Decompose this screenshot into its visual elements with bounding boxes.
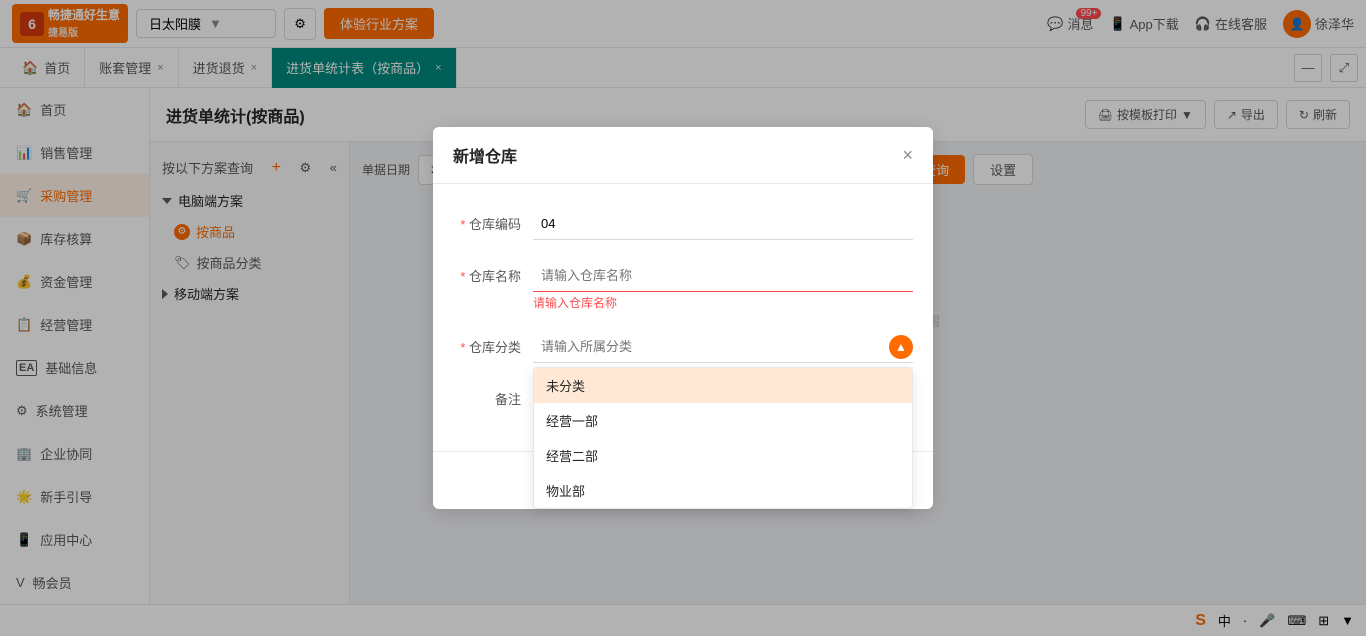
dialog-title: 新增仓库 (453, 143, 517, 167)
form-row-category: 仓库分类 ▲ 未分类 经营一部 经营二部 物业部 (453, 331, 913, 363)
dropdown-item-dept1[interactable]: 经营一部 (534, 403, 912, 438)
form-row-name: 仓库名称 请输入仓库名称 (453, 260, 913, 311)
name-label: 仓库名称 (453, 260, 533, 285)
name-field: 请输入仓库名称 (533, 260, 913, 311)
category-select-container: ▲ 未分类 经营一部 经营二部 物业部 (533, 331, 913, 363)
dropdown-item-unclassified[interactable]: 未分类 (534, 368, 912, 403)
name-input[interactable] (533, 260, 913, 292)
category-label: 仓库分类 (453, 331, 533, 356)
new-warehouse-dialog: 新增仓库 × 仓库编码 仓库名称 请输入仓库名称 仓库分类 (433, 127, 933, 509)
code-input[interactable] (533, 208, 913, 240)
notes-label: 备注 (453, 383, 533, 408)
dialog-header: 新增仓库 × (433, 127, 933, 184)
form-row-code: 仓库编码 (453, 208, 913, 240)
name-error-text: 请输入仓库名称 (533, 294, 913, 311)
dialog-overlay: 新增仓库 × 仓库编码 仓库名称 请输入仓库名称 仓库分类 (0, 0, 1366, 636)
category-field: ▲ 未分类 经营一部 经营二部 物业部 (533, 331, 913, 363)
dialog-body: 仓库编码 仓库名称 请输入仓库名称 仓库分类 ▲ (433, 184, 933, 451)
code-field (533, 208, 913, 240)
dropdown-item-dept2[interactable]: 经营二部 (534, 438, 912, 473)
category-input[interactable] (533, 331, 913, 363)
dropdown-arrow-icon[interactable]: ▲ (889, 335, 913, 359)
dialog-close-button[interactable]: × (902, 145, 913, 166)
code-label: 仓库编码 (453, 208, 533, 233)
category-dropdown: 未分类 经营一部 经营二部 物业部 (533, 367, 913, 509)
dropdown-item-dept3[interactable]: 物业部 (534, 473, 912, 508)
